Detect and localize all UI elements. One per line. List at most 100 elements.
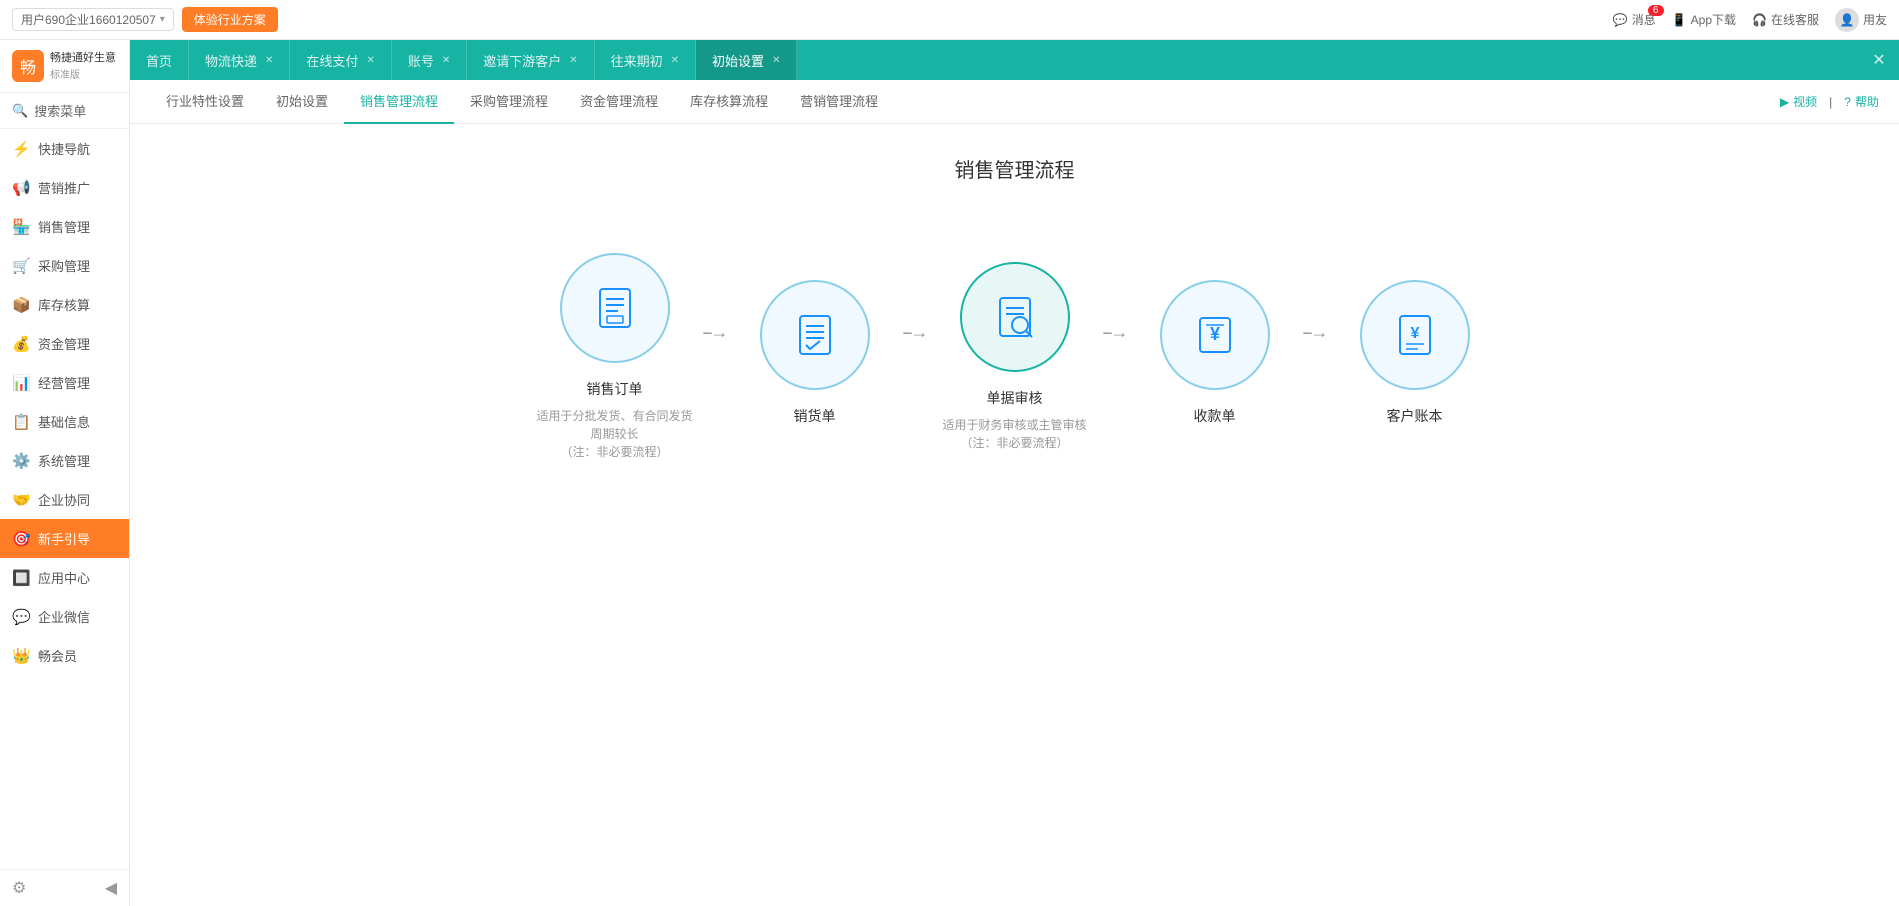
tab-period-init[interactable]: 往来期初 ✕ [595, 40, 696, 80]
message-badge: 6 [1648, 5, 1664, 16]
tab-account-close[interactable]: ✕ [442, 55, 450, 66]
tab-invite-downstream[interactable]: 邀请下游客户 ✕ [467, 40, 594, 80]
sidebar-nav: ⚡ 快捷导航 📢 营销推广 🏪 销售管理 🛒 采购管理 📦 库存核算 💰 [0, 129, 129, 869]
tab-home[interactable]: 首页 [130, 40, 189, 80]
sidebar-search[interactable]: 🔍 搜索菜单 [0, 93, 129, 129]
sub-tab-inventory-flow[interactable]: 库存核算流程 [674, 80, 784, 124]
tab-initial-label: 初始设置 [712, 51, 764, 70]
enterprise-collab-icon: 🤝 [12, 491, 30, 509]
tab-online-pay[interactable]: 在线支付 ✕ [290, 40, 391, 80]
sub-tab-purchase-flow[interactable]: 采购管理流程 [454, 80, 564, 124]
sidebar-item-label: 新手引导 [38, 529, 90, 548]
sidebar-item-basic-info[interactable]: 📋 基础信息 [0, 402, 129, 441]
tab-account[interactable]: 账号 ✕ [392, 40, 467, 80]
flow-arrow-2: --→ [903, 322, 927, 343]
purchase-icon: 🛒 [12, 257, 30, 275]
sidebar-item-finance[interactable]: 💰 资金管理 [0, 324, 129, 363]
flow-step-ledger[interactable]: ¥ 客户账本 [1335, 280, 1495, 434]
top-bar-left: 用户690企业1660120507 ▾ 体验行业方案 [12, 7, 278, 32]
flow-step-delivery-name: 销货单 [794, 406, 836, 426]
tab-invite-close[interactable]: ✕ [569, 55, 577, 66]
vip-icon: 👑 [12, 647, 30, 665]
flow-step-receipt[interactable]: ¥ 收款单 [1135, 280, 1295, 434]
sidebar-item-app-center[interactable]: 🔲 应用中心 [0, 558, 129, 597]
sidebar-item-label: 销售管理 [38, 217, 90, 236]
tab-period-close[interactable]: ✕ [671, 55, 679, 66]
tab-period-label: 往来期初 [611, 51, 663, 70]
tab-logistics[interactable]: 物流快递 ✕ [189, 40, 290, 80]
content-area: 销售管理流程 销售订单 适用于分批发货、有合同 [130, 124, 1899, 906]
sub-tab-industry-settings[interactable]: 行业特性设置 [150, 80, 260, 124]
tab-online-pay-label: 在线支付 [306, 51, 358, 70]
user-menu[interactable]: 👤 用友 [1835, 8, 1887, 32]
tab-online-pay-close[interactable]: ✕ [366, 55, 374, 66]
logo-text-block: 畅捷通好生意 标准版 [50, 51, 116, 80]
sub-tab-sales-flow[interactable]: 销售管理流程 [344, 80, 454, 124]
sidebar-item-label: 系统管理 [38, 451, 90, 470]
tab-initial-close[interactable]: ✕ [772, 55, 780, 66]
user-selector[interactable]: 用户690企业1660120507 ▾ [12, 8, 174, 31]
user-name-label: 用友 [1863, 11, 1887, 28]
logo-sub: 标准版 [50, 66, 116, 81]
top-bar: 用户690企业1660120507 ▾ 体验行业方案 💬 6 消息 📱 App下… [0, 0, 1899, 40]
help-icon: ? [1844, 95, 1851, 109]
sub-tab-initial-setup[interactable]: 初始设置 [260, 80, 344, 124]
flow-step-review[interactable]: 单据审核 适用于财务审核或主管审核 （注：非必要流程） [935, 262, 1095, 452]
online-service-label: 在线客服 [1771, 11, 1819, 28]
online-service-button[interactable]: 🎧 在线客服 [1752, 11, 1819, 28]
sub-tab-finance-flow[interactable]: 资金管理流程 [564, 80, 674, 124]
video-help-button[interactable]: ▶ 视频 [1780, 93, 1817, 110]
flow-step-sales-order[interactable]: 销售订单 适用于分批发货、有合同发货周期较长 （注：非必要流程） [535, 253, 695, 461]
app-download-label: App下载 [1691, 11, 1736, 28]
sidebar-item-beginner-guide[interactable]: 🎯 新手引导 [0, 519, 129, 558]
flow-arrow-4: --→ [1303, 322, 1327, 343]
quick-nav-icon: ⚡ [12, 140, 30, 158]
tab-invite-label: 邀请下游客户 [483, 51, 561, 70]
flow-diagram: 销售订单 适用于分批发货、有合同发货周期较长 （注：非必要流程） --→ [170, 233, 1859, 481]
sidebar-item-vip[interactable]: 👑 畅会员 [0, 636, 129, 675]
sidebar-item-label: 企业协同 [38, 490, 90, 509]
help-button[interactable]: ? 帮助 [1844, 93, 1879, 110]
sub-tabs-right: ▶ 视频 | ? 帮助 [1780, 93, 1879, 110]
sub-tab-label: 采购管理流程 [470, 91, 548, 110]
trial-button[interactable]: 体验行业方案 [182, 7, 278, 32]
sidebar-item-label: 企业微信 [38, 607, 90, 626]
sidebar-item-label: 应用中心 [38, 568, 90, 587]
sidebar-bottom: ⚙ ◀ [0, 869, 129, 906]
help-label: 帮助 [1855, 93, 1879, 110]
operation-icon: 📊 [12, 374, 30, 392]
sidebar-item-label: 营销推广 [38, 178, 90, 197]
flow-step-ledger-circle: ¥ [1360, 280, 1470, 390]
sidebar-item-quick-nav[interactable]: ⚡ 快捷导航 [0, 129, 129, 168]
sidebar-item-system[interactable]: ⚙️ 系统管理 [0, 441, 129, 480]
sub-tab-label: 资金管理流程 [580, 91, 658, 110]
sidebar-item-label: 库存核算 [38, 295, 90, 314]
sidebar-item-sales[interactable]: 🏪 销售管理 [0, 207, 129, 246]
flow-step-review-note: （注：非必要流程） [960, 434, 1068, 452]
flow-step-review-name: 单据审核 [987, 388, 1043, 408]
sidebar-item-purchase[interactable]: 🛒 采购管理 [0, 246, 129, 285]
collapse-icon[interactable]: ◀ [105, 878, 117, 898]
sub-tabs: 行业特性设置 初始设置 销售管理流程 采购管理流程 资金管理流程 库存核算流程 [130, 80, 1899, 124]
layout: 畅 畅捷通好生意 标准版 🔍 搜索菜单 ⚡ 快捷导航 📢 营销推广 🏪 销售管理 [0, 40, 1899, 906]
tab-initial-setup[interactable]: 初始设置 ✕ [696, 40, 797, 80]
sidebar-item-inventory[interactable]: 📦 库存核算 [0, 285, 129, 324]
flow-step-delivery[interactable]: 销货单 [735, 280, 895, 434]
nav-tabs-close-all[interactable]: ✕ [1859, 50, 1899, 70]
sidebar-item-enterprise-wechat[interactable]: 💬 企业微信 [0, 597, 129, 636]
sidebar-item-enterprise-collab[interactable]: 🤝 企业协同 [0, 480, 129, 519]
sidebar-item-label: 资金管理 [38, 334, 90, 353]
sidebar-item-operation[interactable]: 📊 经营管理 [0, 363, 129, 402]
sub-tab-label: 库存核算流程 [690, 91, 768, 110]
app-download-button[interactable]: 📱 App下载 [1672, 11, 1736, 28]
flow-step-sales-order-name: 销售订单 [587, 379, 643, 399]
inventory-icon: 📦 [12, 296, 30, 314]
settings-icon[interactable]: ⚙ [12, 878, 26, 898]
sub-tab-marketing-flow[interactable]: 营销管理流程 [784, 80, 894, 124]
tab-logistics-label: 物流快递 [205, 51, 257, 70]
sidebar-item-marketing[interactable]: 📢 营销推广 [0, 168, 129, 207]
sidebar: 畅 畅捷通好生意 标准版 🔍 搜索菜单 ⚡ 快捷导航 📢 营销推广 🏪 销售管理 [0, 40, 130, 906]
tab-logistics-close[interactable]: ✕ [265, 55, 273, 66]
message-button[interactable]: 💬 6 消息 [1613, 11, 1656, 28]
video-label: 视频 [1793, 93, 1817, 110]
